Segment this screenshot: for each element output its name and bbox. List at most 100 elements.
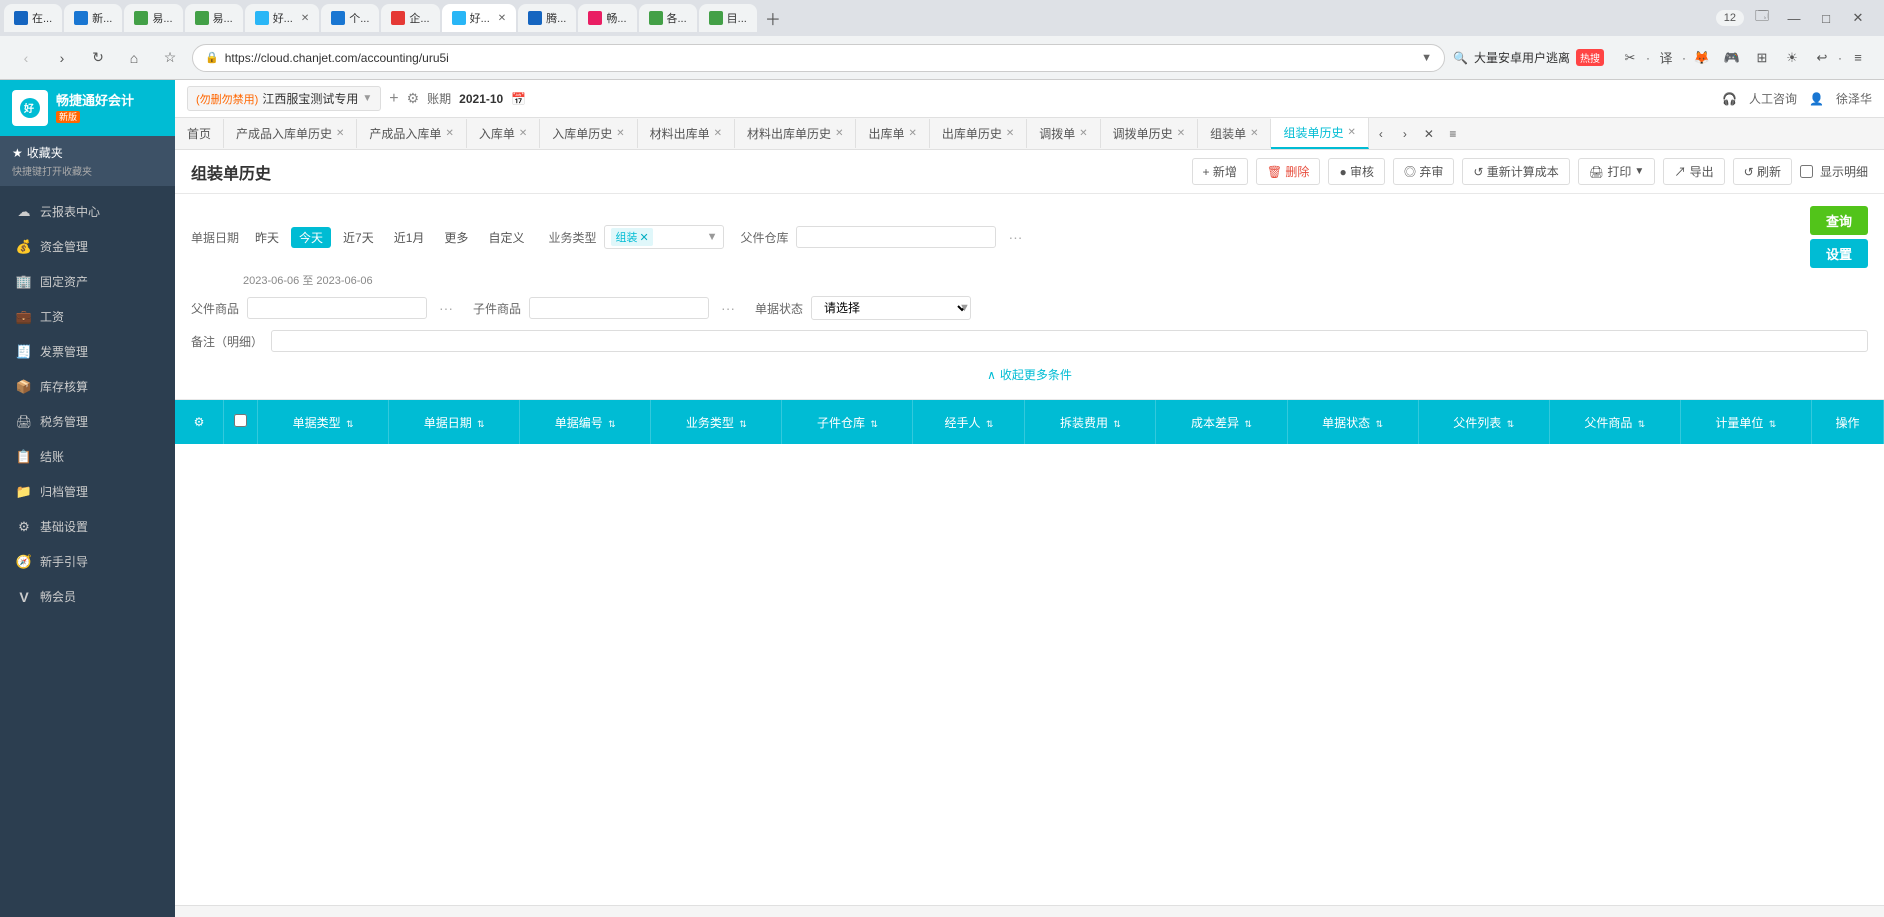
browser-tab-8[interactable]: 好... ✕ [442,4,517,32]
sidebar-item-tax[interactable]: 🖨 税务管理 [0,404,175,439]
browser-tab-4[interactable]: 易... [185,4,243,32]
scissors-icon-btn[interactable]: ✂ [1616,44,1644,72]
tab-outbound-history-close[interactable]: ✕ [1006,128,1014,139]
tab-outbound-close[interactable]: ✕ [908,128,916,139]
date-btn-more[interactable]: 更多 [436,227,476,248]
th-cost-diff[interactable]: 成本差异 ⇅ [1156,400,1287,444]
parent-warehouse-dots[interactable]: ··· [1004,229,1026,245]
order-status-select[interactable]: 请选择 [811,296,971,320]
parent-goods-dots[interactable]: ··· [435,300,457,316]
tab-scroll-menu[interactable]: ≡ [1441,119,1465,149]
tab-material-outbound[interactable]: 材料出库单 ✕ [638,119,735,148]
service-text[interactable]: 人工咨询 [1749,90,1797,107]
browser-tab-2[interactable]: 新... [64,4,122,32]
address-bar[interactable]: 🔒 https://cloud.chanjet.com/accounting/u… [192,44,1445,72]
browser-tab-9[interactable]: 腾... [518,4,576,32]
forward-btn[interactable]: › [48,44,76,72]
translate-btn[interactable]: 译 [1652,44,1680,72]
company-settings-btn[interactable]: ⚙ [407,90,420,107]
browser-tab-5[interactable]: 好... ✕ [245,4,320,32]
tab-home[interactable]: 首页 [175,119,224,148]
tab-scroll-left[interactable]: ‹ [1369,119,1393,149]
tab-transfer-history[interactable]: 调拨单历史 ✕ [1101,119,1198,148]
th-child-warehouse[interactable]: 子件仓库 ⇅ [782,400,913,444]
sidebar-item-fixed-assets[interactable]: 🏢 固定资产 [0,264,175,299]
th-unit[interactable]: 计量单位 ⇅ [1680,400,1811,444]
tab-product-inbound-history-close[interactable]: ✕ [336,128,344,139]
refresh-button[interactable]: ↺ 刷新 [1733,158,1792,185]
th-parent-goods[interactable]: 父件商品 ⇅ [1549,400,1680,444]
display-detail-checkbox[interactable] [1800,165,1813,178]
sidebar-item-funds[interactable]: 💰 资金管理 [0,229,175,264]
assembly-tag-remove[interactable]: ✕ [639,231,648,244]
tab-outbound[interactable]: 出库单 ✕ [856,119,929,148]
username-text[interactable]: 徐泽华 [1836,90,1872,107]
browser-menu-btn[interactable]: ≡ [1844,44,1872,72]
tab-inbound[interactable]: 入库单 ✕ [467,119,540,148]
back-btn[interactable]: ‹ [12,44,40,72]
tab-transfer-history-close[interactable]: ✕ [1177,128,1185,139]
undo-btn[interactable]: ↩ [1808,44,1836,72]
audit-button[interactable]: ● 审核 [1328,158,1385,185]
close-browser-btn[interactable]: ✕ [1844,4,1872,32]
recalculate-button[interactable]: ↺ 重新计算成本 [1462,158,1569,185]
tab-assembly-history-close[interactable]: ✕ [1348,127,1356,138]
tab-material-outbound-close[interactable]: ✕ [714,128,722,139]
column-settings-icon[interactable]: ⚙ [185,408,213,436]
grid-btn[interactable]: ⊞ [1748,44,1776,72]
sidebar-item-cloud-reports[interactable]: ☁ 云报表中心 [0,194,175,229]
search-button[interactable]: 查询 [1810,206,1868,235]
minimize-btn[interactable]: — [1780,4,1808,32]
child-goods-dots[interactable]: ··· [717,300,739,316]
delete-button[interactable]: 🗑 删除 [1256,158,1321,185]
browser-tab-11[interactable]: 各... [639,4,697,32]
dropdown-arrow-icon[interactable]: ▼ [1421,52,1432,64]
tab-inbound-history-close[interactable]: ✕ [616,128,624,139]
tab-inbound-close[interactable]: ✕ [519,128,527,139]
refresh-browser-btn[interactable]: ↻ [84,44,112,72]
display-detail-toggle[interactable]: 显示明细 [1800,163,1868,180]
business-type-input[interactable]: 组装 ✕ ▼ [604,225,724,249]
browser-tab-12[interactable]: 目... [699,4,757,32]
browser-tab-3[interactable]: 易... [124,4,182,32]
abandon-button[interactable]: ◎ 弃审 [1393,158,1454,185]
print-button[interactable]: 🖨 打印 ▼ [1578,158,1655,185]
export-button[interactable]: ↗ 导出 [1663,158,1724,185]
tab-material-outbound-history[interactable]: 材料出库单历史 ✕ [735,119,856,148]
filter-settings-button[interactable]: 设置 [1810,239,1868,268]
th-handler[interactable]: 经手人 ⇅ [913,400,1025,444]
remark-input[interactable] [271,330,1868,352]
th-disassembly-cost[interactable]: 拆装费用 ⇅ [1025,400,1156,444]
emoji-btn[interactable]: 🦊 [1688,44,1716,72]
browser-tab-10[interactable]: 畅... [578,4,636,32]
tab-scroll-close-all[interactable]: ✕ [1417,119,1441,149]
sidebar-item-payroll[interactable]: 💼 工资 [0,299,175,334]
brightness-btn[interactable]: ☀ [1778,44,1806,72]
sidebar-item-guide[interactable]: 🧭 新手引导 [0,544,175,579]
tab-assembly-history[interactable]: 组装单历史 ✕ [1271,118,1368,149]
tab-close-8[interactable]: ✕ [498,13,506,24]
tab-assembly[interactable]: 组装单 ✕ [1198,119,1271,148]
date-btn-today[interactable]: 今天 [291,227,331,248]
add-company-btn[interactable]: + [389,90,398,108]
bookmark-btn[interactable]: ☆ [156,44,184,72]
business-type-dropdown-icon[interactable]: ▼ [707,231,718,243]
restore-btn[interactable]: 🗔 [1748,4,1776,32]
add-button[interactable]: + 新增 [1192,158,1248,185]
th-checkbox[interactable] [224,400,258,444]
browser-tab-1[interactable]: 在... [4,4,62,32]
date-btn-yesterday[interactable]: 昨天 [247,227,287,248]
date-btn-1month[interactable]: 近1月 [386,227,433,248]
sidebar-item-archive[interactable]: 📁 归档管理 [0,474,175,509]
th-settings[interactable]: ⚙ [175,400,224,444]
maximize-btn[interactable]: □ [1812,4,1840,32]
tab-product-inbound-history[interactable]: 产成品入库单历史 ✕ [224,119,357,148]
date-btn-custom[interactable]: 自定义 [480,227,532,248]
browser-tab-6[interactable]: 个... [321,4,379,32]
th-order-date[interactable]: 单据日期 ⇅ [389,400,520,444]
th-order-type[interactable]: 单据类型 ⇅ [258,400,389,444]
browser-tab-7[interactable]: 企... [381,4,439,32]
sidebar-collection[interactable]: ★ 收藏夹 快捷键打开收藏夹 [0,136,175,186]
tab-assembly-close[interactable]: ✕ [1250,128,1258,139]
calendar-icon[interactable]: 📅 [511,92,526,106]
